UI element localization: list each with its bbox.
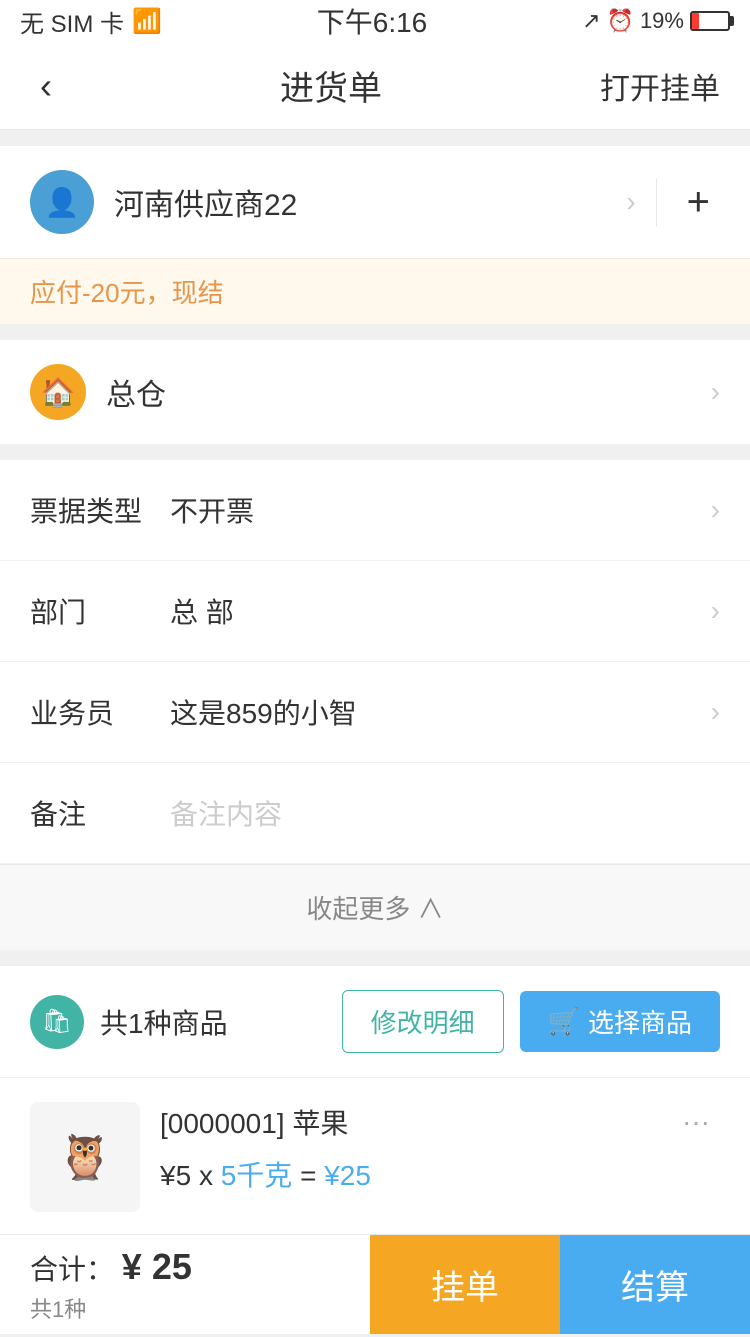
products-icon: 🛍: [30, 995, 84, 1049]
salesperson-label: 业务员: [30, 692, 170, 732]
owl-icon: 🦉: [58, 1131, 113, 1183]
main-content: 👤 河南供应商22 › + 应付-20元，现结 🏠 总仓 › 票据类型 不开票 …: [0, 146, 750, 1337]
checkout-button[interactable]: 结算: [560, 1235, 750, 1334]
battery-icon: [690, 11, 730, 31]
warehouse-icon: 🏠: [30, 364, 86, 420]
location-icon: ↗: [582, 8, 600, 34]
supplier-avatar: 👤: [30, 170, 94, 234]
select-product-label: 选择商品: [588, 1003, 692, 1040]
chevron-right-icon: ›: [626, 186, 635, 218]
add-button[interactable]: +: [677, 180, 720, 225]
price-value: ¥5: [160, 1160, 191, 1191]
product-info: [0000001] 苹果 ¥5 x 5千克 = ¥25: [160, 1102, 672, 1194]
invoice-type-label: 票据类型: [30, 490, 170, 530]
products-card: 🛍 共1种商品 修改明细 🛒 选择商品 🦉 [0000001] 苹果 ¥5 x …: [0, 966, 750, 1237]
chevron-right-icon: ›: [711, 376, 720, 408]
supplier-row[interactable]: 👤 河南供应商22 › +: [0, 146, 750, 258]
chevron-right-icon: ›: [711, 595, 720, 627]
bottom-bar: 合计： ¥ 25 共1种 挂单 结算: [0, 1234, 750, 1334]
remark-value: 备注内容: [170, 793, 720, 833]
pend-button[interactable]: 挂单: [370, 1235, 560, 1334]
supplier-card: 👤 河南供应商22 › + 应付-20元，现结: [0, 146, 750, 324]
page-title: 进货单: [280, 61, 382, 110]
open-pending-button[interactable]: 打开挂单: [600, 64, 720, 108]
salesperson-row[interactable]: 业务员 这是859的小智 ›: [0, 662, 750, 763]
department-label: 部门: [30, 591, 170, 631]
battery-percent: 19%: [640, 8, 684, 34]
total-line: 合计： ¥ 25: [30, 1246, 340, 1288]
status-left: 无 SIM 卡 📶: [20, 4, 162, 39]
total-label: 合计：: [30, 1254, 114, 1285]
status-bar: 无 SIM 卡 📶 下午6:16 ↗ ⏰ 19%: [0, 0, 750, 42]
invoice-type-value: 不开票: [170, 490, 711, 530]
product-name: [0000001] 苹果: [160, 1102, 672, 1142]
time-label: 下午6:16: [317, 1, 428, 41]
carrier-label: 无 SIM 卡: [20, 4, 124, 39]
remark-row[interactable]: 备注 备注内容: [0, 763, 750, 864]
department-value: 总 部: [170, 591, 711, 631]
total-amount: ¥ 25: [122, 1246, 192, 1288]
status-right: ↗ ⏰ 19%: [582, 8, 730, 34]
wifi-icon: 📶: [132, 7, 162, 36]
notice-text: 应付-20元，现结: [30, 278, 224, 308]
equals-sign: =: [300, 1160, 324, 1191]
form-card: 票据类型 不开票 › 部门 总 部 › 业务员 这是859的小智 › 备注 备注…: [0, 460, 750, 950]
alarm-icon: ⏰: [607, 8, 634, 34]
salesperson-value: 这是859的小智: [170, 692, 711, 732]
total-count: 共1种: [30, 1292, 340, 1324]
collapse-label: 收起更多 ∧: [306, 889, 443, 926]
bag-icon: 🛍: [42, 1007, 72, 1036]
chevron-right-icon: ›: [711, 494, 720, 526]
supplier-name: 河南供应商22: [114, 180, 626, 224]
notice-bar: 应付-20元，现结: [0, 258, 750, 324]
warehouse-card[interactable]: 🏠 总仓 ›: [0, 340, 750, 444]
vertical-divider: [656, 178, 657, 226]
chevron-right-icon: ›: [711, 696, 720, 728]
product-thumbnail: 🦉: [30, 1102, 140, 1212]
select-product-button[interactable]: 🛒 选择商品: [520, 991, 720, 1052]
warehouse-row[interactable]: 🏠 总仓 ›: [0, 340, 750, 444]
total-value: ¥25: [324, 1160, 371, 1191]
products-header: 🛍 共1种商品 修改明细 🛒 选择商品: [0, 966, 750, 1078]
edit-detail-button[interactable]: 修改明细: [342, 990, 504, 1053]
avatar-icon: 👤: [45, 186, 80, 219]
bottom-total: 合计： ¥ 25 共1种: [0, 1235, 370, 1334]
invoice-type-row[interactable]: 票据类型 不开票 ›: [0, 460, 750, 561]
remark-label: 备注: [30, 793, 170, 833]
products-count: 共1种商品: [100, 1002, 342, 1042]
product-price: ¥5 x 5千克 = ¥25: [160, 1154, 672, 1194]
quantity-value: 5千克: [221, 1160, 293, 1191]
collapse-button[interactable]: 收起更多 ∧: [0, 864, 750, 950]
house-icon: 🏠: [41, 376, 76, 409]
price-separator: x: [199, 1160, 221, 1191]
nav-bar: ‹ 进货单 打开挂单: [0, 42, 750, 130]
more-options-button[interactable]: ···: [672, 1102, 720, 1142]
warehouse-name: 总仓: [106, 370, 711, 414]
back-button[interactable]: ‹: [30, 55, 62, 117]
product-item: 🦉 [0000001] 苹果 ¥5 x 5千克 = ¥25 ···: [0, 1078, 750, 1237]
cart-icon: 🛒: [548, 1006, 580, 1037]
department-row[interactable]: 部门 总 部 ›: [0, 561, 750, 662]
